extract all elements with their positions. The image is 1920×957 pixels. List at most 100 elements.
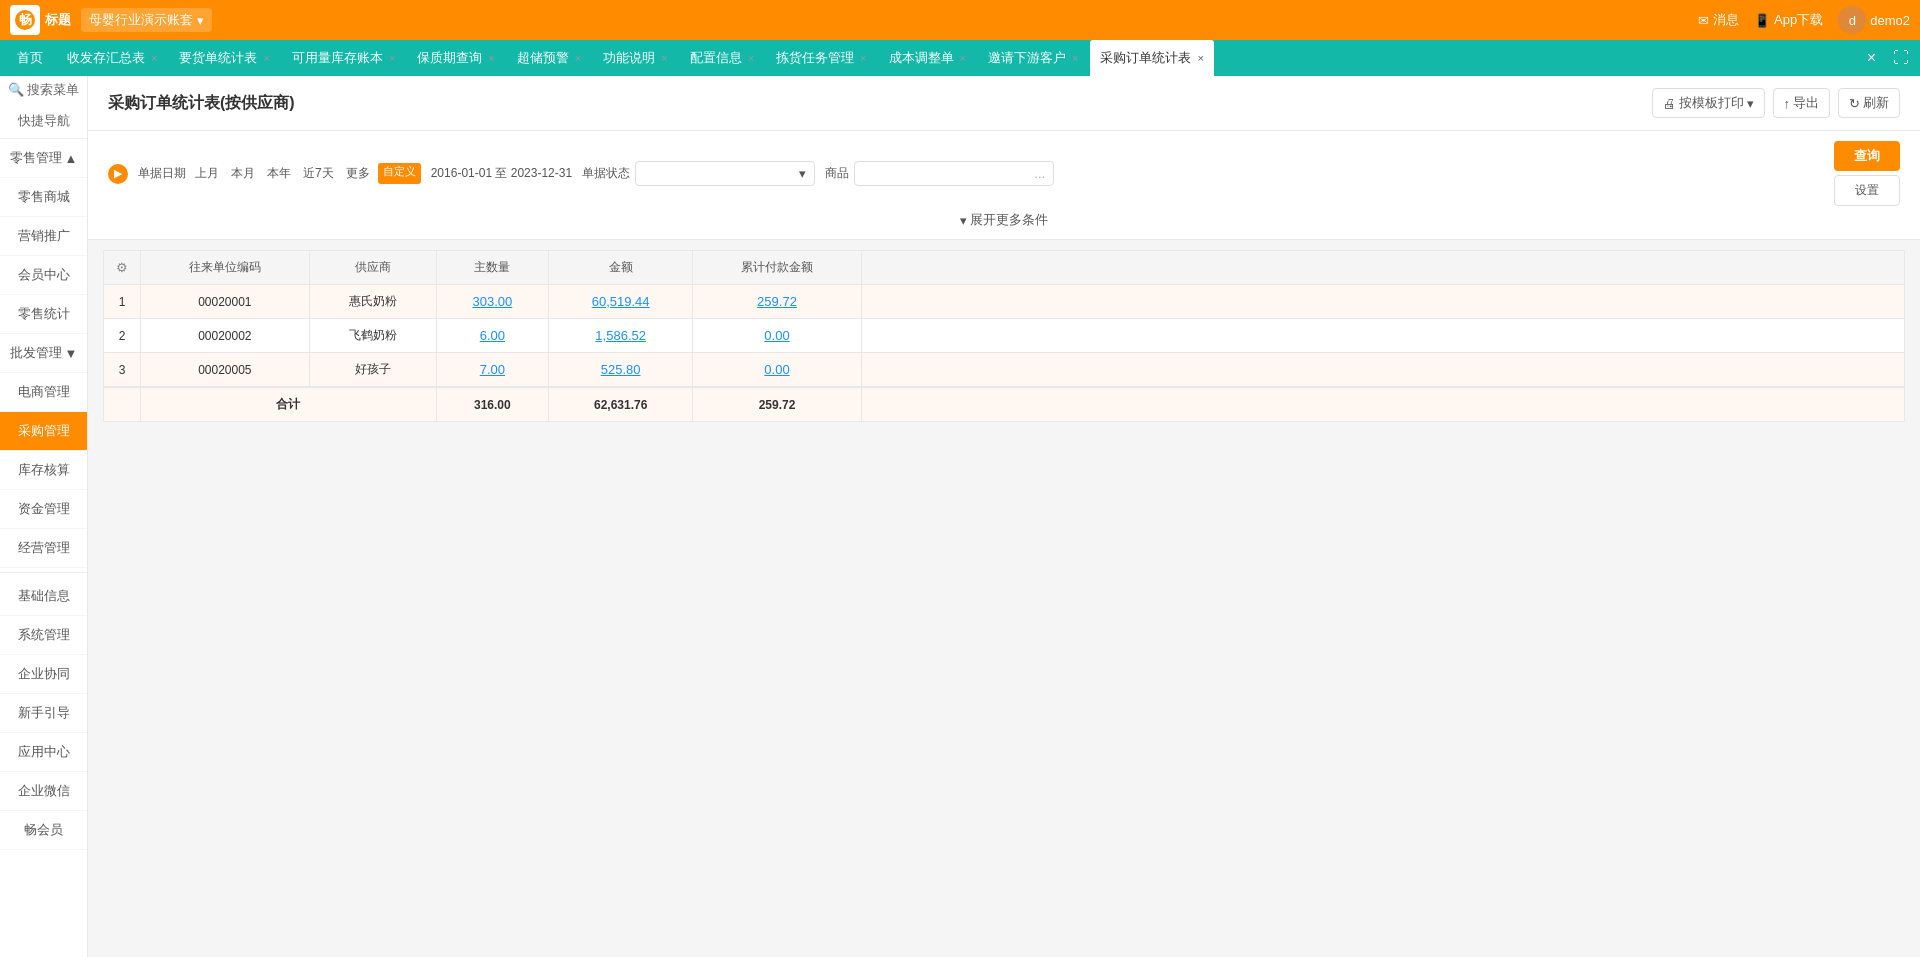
filter-toggle-btn[interactable]: ▶: [108, 164, 128, 184]
footer-extra: [861, 387, 1904, 422]
quantity-link[interactable]: 6.00: [480, 328, 505, 343]
page-title-row: 采购订单统计表(按供应商) 🖨 按模板打印 ▾ ↑ 导出 ↻ 刷新: [108, 88, 1900, 118]
sidebar: 🔍 搜索菜单 快捷导航 零售管理 ▲ 零售商城 营销推广 会员中心 零售统计 批…: [0, 76, 88, 957]
template-print-btn[interactable]: 🖨 按模板打印 ▾: [1652, 88, 1765, 118]
close-icon[interactable]: ×: [389, 52, 395, 64]
status-select[interactable]: ▾: [635, 161, 815, 186]
col-paid-header: 累计付款金额: [693, 251, 862, 285]
last-month-btn[interactable]: 上月: [191, 163, 223, 184]
sidebar-item-marketing[interactable]: 营销推广: [0, 217, 87, 256]
tab-available-stock[interactable]: 可用量库存账本 ×: [282, 40, 405, 76]
quick-nav-btn[interactable]: 快捷导航: [0, 104, 87, 139]
sidebar-item-app-center[interactable]: 应用中心: [0, 733, 87, 772]
sidebar-item-ecommerce[interactable]: 电商管理: [0, 373, 87, 412]
messages-btn[interactable]: ✉ 消息: [1698, 11, 1739, 29]
tab-config-info[interactable]: 配置信息 ×: [680, 40, 764, 76]
row-amount: 525.80: [549, 353, 693, 388]
row-supplier: 惠氏奶粉: [309, 285, 436, 319]
table-footer: 合计 316.00 62,631.76 259.72: [104, 387, 1905, 422]
filter-expand-row: ▾ 展开更多条件: [108, 206, 1900, 229]
col-code-header: 往来单位编码: [141, 251, 310, 285]
paid-link[interactable]: 0.00: [764, 328, 789, 343]
header-actions: 🖨 按模板打印 ▾ ↑ 导出 ↻ 刷新: [1652, 88, 1901, 118]
refresh-btn[interactable]: ↻ 刷新: [1838, 88, 1900, 118]
workspace-selector[interactable]: 母婴行业演示账套 ▾: [81, 8, 212, 32]
last-7-days-btn[interactable]: 近7天: [299, 163, 338, 184]
export-btn[interactable]: ↑ 导出: [1773, 88, 1831, 118]
close-icon[interactable]: ×: [151, 52, 157, 64]
close-icon[interactable]: ×: [488, 52, 494, 64]
chevron-down-icon: ▲: [65, 151, 78, 166]
tab-receive-summary[interactable]: 收发存汇总表 ×: [57, 40, 167, 76]
sidebar-item-enterprise-wechat[interactable]: 企业微信: [0, 772, 87, 811]
tab-cost-adjust[interactable]: 成本调整单 ×: [879, 40, 976, 76]
tab-expiry-query[interactable]: 保质期查询 ×: [407, 40, 504, 76]
tab-goods-summary[interactable]: 要货单统计表 ×: [169, 40, 279, 76]
row-supplier: 飞鹤奶粉: [309, 319, 436, 353]
tab-invite-downstream[interactable]: 邀请下游客户 ×: [978, 40, 1088, 76]
sidebar-item-label: 基础信息: [18, 587, 70, 605]
amount-link[interactable]: 525.80: [601, 362, 641, 377]
paid-link[interactable]: 259.72: [757, 294, 797, 309]
close-icon[interactable]: ×: [1197, 52, 1203, 64]
sidebar-item-enterprise[interactable]: 企业协同: [0, 655, 87, 694]
close-icon[interactable]: ×: [661, 52, 667, 64]
custom-date-tag[interactable]: 自定义: [378, 163, 421, 184]
tab-label: 保质期查询: [417, 49, 482, 67]
filter-settings-btn[interactable]: 设置: [1834, 175, 1900, 206]
sidebar-item-purchase[interactable]: 采购管理: [0, 412, 87, 451]
sidebar-item-retail[interactable]: 零售管理 ▲: [0, 139, 87, 178]
expand-more-btn[interactable]: ▾ 展开更多条件: [960, 211, 1048, 229]
sidebar-item-operations[interactable]: 经营管理: [0, 529, 87, 568]
maximize-btn[interactable]: ⛶: [1887, 48, 1915, 68]
logo-icon: 畅: [10, 5, 40, 35]
tab-pick-task[interactable]: 拣货任务管理 ×: [766, 40, 876, 76]
close-icon[interactable]: ×: [860, 52, 866, 64]
sidebar-item-vip[interactable]: 畅会员: [0, 811, 87, 850]
tab-purchase-summary[interactable]: 采购订单统计表 ×: [1090, 40, 1213, 76]
date-range-value: 2016-01-01 至 2023-12-31: [431, 165, 572, 182]
amount-link[interactable]: 60,519.44: [592, 294, 650, 309]
sidebar-item-label: 批发管理: [10, 344, 62, 362]
avatar: d: [1838, 6, 1866, 34]
sidebar-item-label: 库存核算: [18, 461, 70, 479]
tab-function-desc[interactable]: 功能说明 ×: [593, 40, 677, 76]
quantity-link[interactable]: 7.00: [480, 362, 505, 377]
close-icon[interactable]: ×: [960, 52, 966, 64]
user-profile-btn[interactable]: d demo2: [1838, 6, 1910, 34]
paid-link[interactable]: 0.00: [764, 362, 789, 377]
close-icon[interactable]: ×: [1072, 52, 1078, 64]
close-all-tabs-btn[interactable]: ×: [1861, 48, 1882, 68]
sidebar-item-wholesale[interactable]: 批发管理 ▼: [0, 334, 87, 373]
main-layout: 🔍 搜索菜单 快捷导航 零售管理 ▲ 零售商城 营销推广 会员中心 零售统计 批…: [0, 76, 1920, 957]
search-menu-label: 搜索菜单: [27, 82, 79, 97]
this-year-btn[interactable]: 本年: [263, 163, 295, 184]
sidebar-item-new-guide[interactable]: 新手引导: [0, 694, 87, 733]
query-btn[interactable]: 查询: [1834, 141, 1900, 171]
sidebar-item-retail-shop[interactable]: 零售商城: [0, 178, 87, 217]
row-paid: 0.00: [693, 353, 862, 388]
sidebar-item-label: 资金管理: [18, 500, 70, 518]
tab-home[interactable]: 首页: [5, 40, 55, 76]
column-settings-icon[interactable]: ⚙: [116, 260, 128, 275]
close-icon[interactable]: ×: [263, 52, 269, 64]
goods-input[interactable]: ...: [854, 161, 1054, 186]
sidebar-item-inventory[interactable]: 库存核算: [0, 451, 87, 490]
this-month-btn[interactable]: 本月: [227, 163, 259, 184]
row-index: 1: [104, 285, 141, 319]
close-icon[interactable]: ×: [575, 52, 581, 64]
sidebar-item-retail-stats[interactable]: 零售统计: [0, 295, 87, 334]
sidebar-item-member[interactable]: 会员中心: [0, 256, 87, 295]
more-dates-btn[interactable]: 更多: [342, 163, 374, 184]
quantity-link[interactable]: 303.00: [472, 294, 512, 309]
table-header: ⚙ 往来单位编码 供应商 主数量 金额 累计付款金额: [104, 251, 1905, 285]
search-menu-btn[interactable]: 🔍 搜索菜单: [0, 76, 87, 104]
sidebar-item-system[interactable]: 系统管理: [0, 616, 87, 655]
app-download-btn[interactable]: 📱 App下载: [1754, 11, 1823, 29]
amount-link[interactable]: 1,586.52: [595, 328, 646, 343]
sidebar-item-basic-info[interactable]: 基础信息: [0, 577, 87, 616]
close-icon[interactable]: ×: [748, 52, 754, 64]
tab-label: 邀请下游客户: [988, 49, 1066, 67]
tab-overstock[interactable]: 超储预警 ×: [507, 40, 591, 76]
sidebar-item-finance[interactable]: 资金管理: [0, 490, 87, 529]
